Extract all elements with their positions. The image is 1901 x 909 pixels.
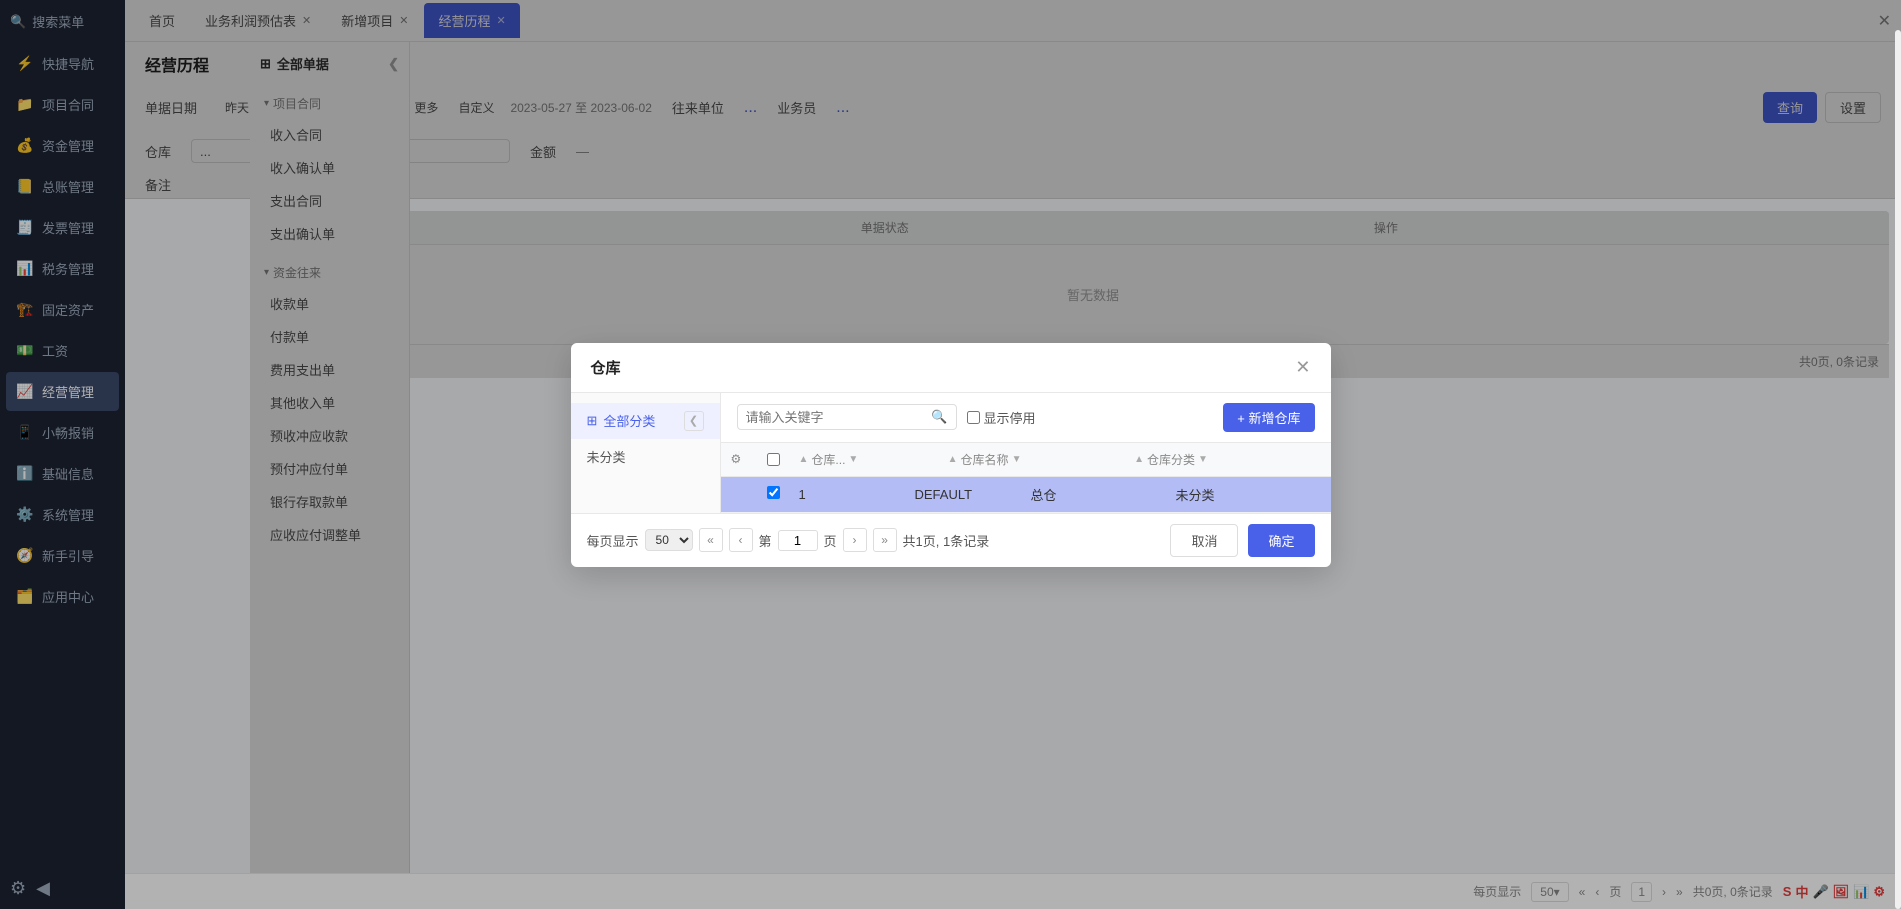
confirm-button[interactable]: 确定	[1248, 524, 1314, 557]
page-label-prefix: 第	[759, 531, 772, 550]
add-warehouse-button[interactable]: + 新增仓库	[1223, 403, 1314, 432]
col-category-label: 仓库分类	[1147, 451, 1195, 468]
search-icon: 🔍	[931, 409, 947, 425]
modal-body: ⊞ 全部分类 ❮ 未分类 🔍	[571, 393, 1331, 513]
search-input[interactable]	[746, 410, 926, 425]
modal-action-buttons: 取消 确定	[1170, 524, 1314, 557]
modal-close-button[interactable]: ✕	[1295, 357, 1310, 378]
col-settings: ⚙	[731, 452, 767, 466]
total-record-label: 共1页, 1条记录	[903, 531, 990, 550]
show-disabled-label: 显示停用	[984, 408, 1036, 427]
tree-grid-icon: ⊞	[587, 413, 598, 429]
show-disabled-input[interactable]	[967, 411, 980, 424]
col-cat-sort-up: ▲	[1134, 454, 1144, 465]
modal-table: ⚙ ▲ 仓库... ▼ ▲ 仓库名称 ▼	[721, 443, 1331, 513]
show-disabled-checkbox[interactable]: 显示停用	[967, 408, 1036, 427]
pagination: 每页显示 50 « ‹ 第 页 › » 共1页, 1条记录	[587, 528, 990, 552]
warehouse-modal: 仓库 ✕ ⊞ 全部分类 ❮ 未分类	[571, 343, 1331, 567]
last-page-btn[interactable]: »	[873, 528, 897, 552]
page-input[interactable]	[778, 530, 818, 551]
modal-tree: ⊞ 全部分类 ❮ 未分类	[571, 393, 721, 513]
per-page-select[interactable]: 50	[645, 529, 693, 551]
tree-all-label: 全部分类	[603, 411, 655, 430]
prev-page-btn[interactable]: ‹	[729, 528, 753, 552]
row-checkbox[interactable]	[767, 486, 780, 499]
sort-down-icon: ▼	[848, 454, 858, 465]
modal-header: 仓库 ✕	[571, 343, 1331, 393]
modal-right: 🔍 显示停用 + 新增仓库 ⚙	[721, 393, 1331, 513]
tree-item-uncategorized[interactable]: 未分类	[571, 439, 720, 474]
first-page-btn[interactable]: «	[699, 528, 723, 552]
row-category-val: 未分类	[1176, 485, 1321, 504]
col-check-header	[767, 453, 799, 466]
col-code-header: ▲ 仓库... ▼	[799, 451, 948, 468]
modal-table-header: ⚙ ▲ 仓库... ▼ ▲ 仓库名称 ▼	[721, 443, 1331, 477]
col-name-label: 仓库名称	[961, 451, 1009, 468]
modal-footer: 每页显示 50 « ‹ 第 页 › » 共1页, 1条记录 取消 确定	[571, 513, 1331, 567]
modal-title: 仓库	[591, 357, 621, 378]
tree-item-all[interactable]: ⊞ 全部分类 ❮	[571, 403, 720, 439]
modal-toolbar: 🔍 显示停用 + 新增仓库	[721, 393, 1331, 443]
col-name-header: ▲ 仓库名称 ▼	[948, 451, 1134, 468]
row-code-val: DEFAULT	[915, 487, 1031, 502]
col-category-header: ▲ 仓库分类 ▼	[1134, 451, 1320, 468]
page-label-suffix: 页	[824, 531, 837, 550]
cancel-button[interactable]: 取消	[1170, 524, 1238, 557]
row-code: 1	[799, 487, 915, 502]
next-page-btn[interactable]: ›	[843, 528, 867, 552]
col-name-sort-up: ▲	[948, 454, 958, 465]
modal-select-all[interactable]	[767, 453, 780, 466]
col-name-sort-down: ▼	[1012, 454, 1022, 465]
col-cat-sort-down: ▼	[1198, 454, 1208, 465]
sort-up-icon: ▲	[799, 454, 809, 465]
table-row[interactable]: 1 DEFAULT 总仓 未分类	[721, 477, 1331, 513]
modal-overlay: 仓库 ✕ ⊞ 全部分类 ❮ 未分类	[0, 0, 1901, 909]
row-check	[767, 486, 799, 502]
table-col-settings-icon[interactable]: ⚙	[731, 452, 742, 466]
search-box: 🔍	[737, 404, 957, 430]
col-code-label: 仓库...	[811, 451, 845, 468]
per-page-label: 每页显示	[587, 531, 639, 550]
tree-uncategorized-label: 未分类	[587, 447, 626, 466]
tree-collapse-btn[interactable]: ❮	[684, 411, 704, 431]
row-name-val: 总仓	[1031, 485, 1176, 504]
